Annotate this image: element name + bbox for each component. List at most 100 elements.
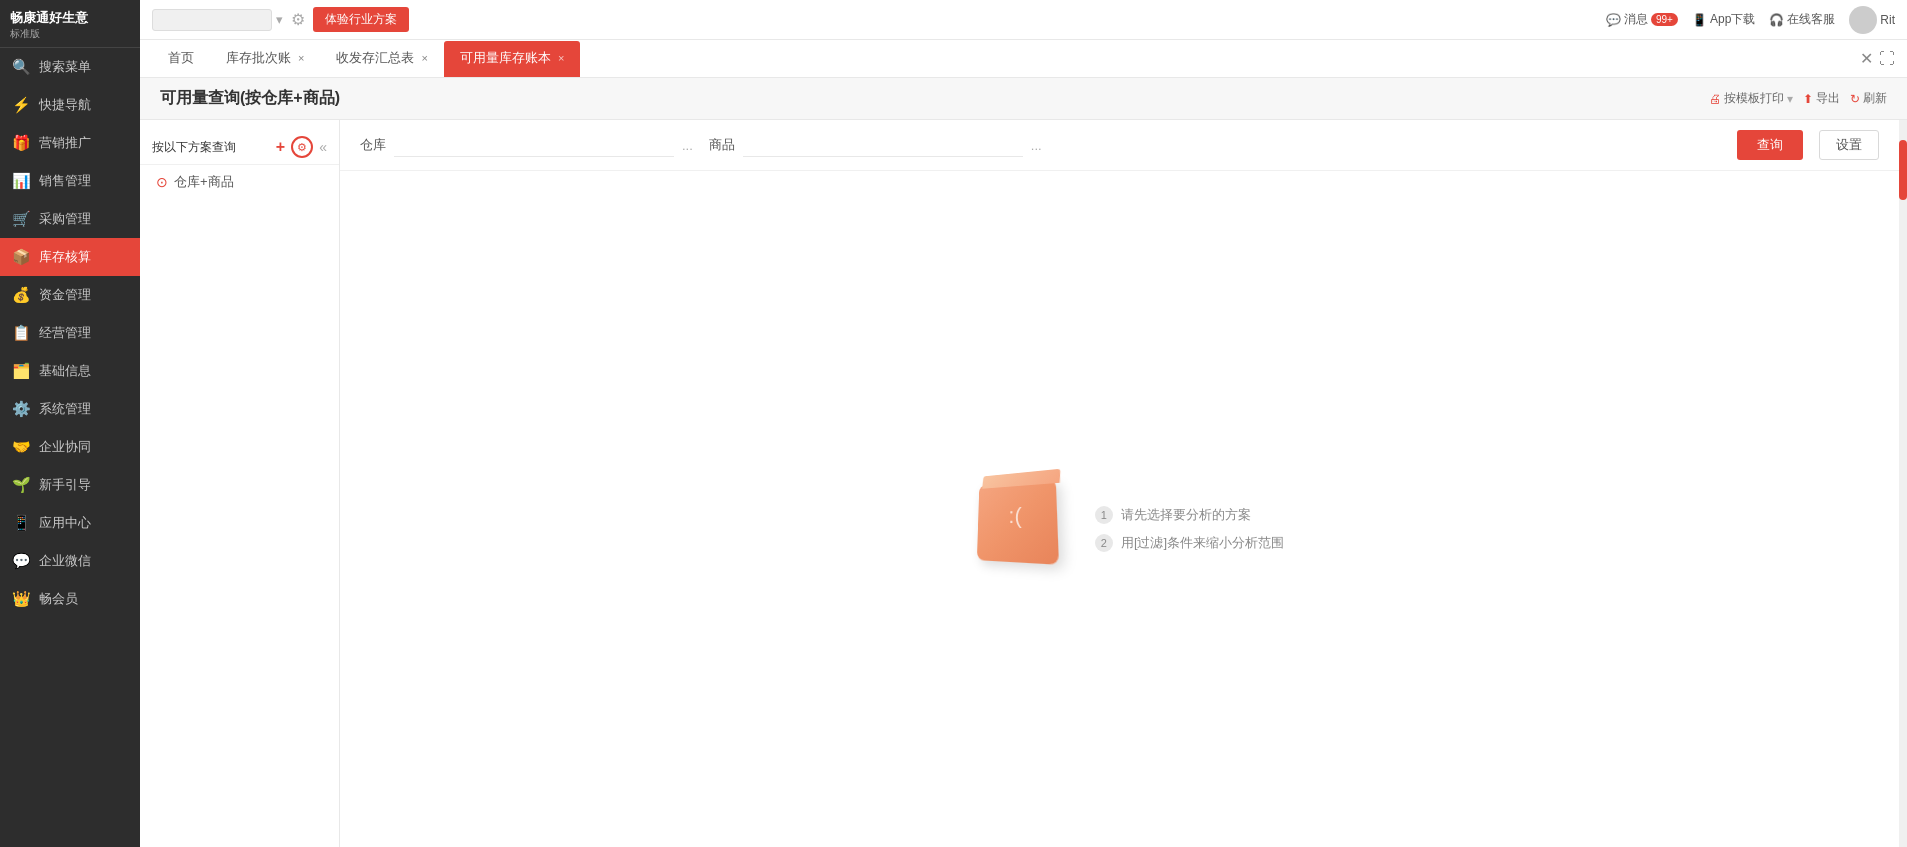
sidebar-item-appcenter[interactable]: 📱 应用中心 [0, 504, 140, 542]
filter-header-label: 按以下方案查询 [152, 139, 236, 156]
tab-inventory-summary-label: 收发存汇总表 [336, 49, 414, 67]
tab-expand-icon[interactable]: ⛶ [1879, 50, 1895, 68]
topbar-search-input[interactable] [152, 9, 272, 31]
industry-solution-button[interactable]: 体验行业方案 [313, 7, 409, 32]
sidebar-item-label: 畅会员 [39, 590, 78, 608]
query-settings-button[interactable]: 设置 [1819, 130, 1879, 160]
sidebar-item-member[interactable]: 👑 畅会员 [0, 580, 140, 618]
message-label: 消息 [1624, 11, 1648, 28]
print-icon: 🖨 [1709, 92, 1721, 106]
user-profile[interactable]: Rit [1849, 6, 1895, 34]
sidebar-scroll: 🔍 搜索菜单 ⚡ 快捷导航 🎁 营销推广 📊 销售管理 🛒 采购管理 📦 库存核… [0, 48, 140, 847]
refresh-icon: ↻ [1850, 92, 1860, 106]
tab-available-ledger-label: 可用量库存账本 [460, 49, 551, 67]
sidebar-item-quicknav[interactable]: ⚡ 快捷导航 [0, 86, 140, 124]
app-download-label: App下载 [1710, 11, 1755, 28]
sidebar-item-enterprise[interactable]: 🤝 企业协同 [0, 428, 140, 466]
tab-available-ledger-close[interactable]: × [558, 52, 564, 64]
sidebar-item-purchase[interactable]: 🛒 采购管理 [0, 200, 140, 238]
refresh-label: 刷新 [1863, 90, 1887, 107]
gift-icon: 🎁 [12, 134, 31, 152]
empty-illustration-row: 1 请先选择要分析的方案 2 用[过滤]条件来缩小分析范围 [955, 421, 1284, 597]
query-button[interactable]: 查询 [1737, 130, 1803, 160]
refresh-button[interactable]: ↻ 刷新 [1850, 90, 1887, 107]
export-label: 导出 [1816, 90, 1840, 107]
warehouse-field: 仓库 ... [360, 133, 693, 157]
warehouse-input[interactable] [394, 133, 674, 157]
sidebar-item-sales[interactable]: 📊 销售管理 [0, 162, 140, 200]
phone-icon: 📱 [1692, 13, 1707, 27]
headset-icon: 🎧 [1769, 13, 1784, 27]
sidebar-item-label: 库存核算 [39, 248, 91, 266]
online-service-label: 在线客服 [1787, 11, 1835, 28]
message-badge: 99+ [1651, 13, 1678, 26]
warehouse-more-button[interactable]: ... [682, 138, 693, 153]
right-scrollbar[interactable] [1899, 120, 1907, 847]
tab-inventory-summary-close[interactable]: × [421, 52, 427, 64]
tab-batch[interactable]: 库存批次账 × [210, 41, 320, 77]
gear-icon: ⚙️ [12, 400, 31, 418]
query-area: 仓库 ... 商品 ... 查询 设置 [340, 120, 1899, 847]
sidebar-item-label: 基础信息 [39, 362, 91, 380]
brand-sub: 标准版 [10, 27, 130, 41]
product-input[interactable] [743, 133, 1023, 157]
tab-available-ledger[interactable]: 可用量库存账本 × [444, 41, 580, 77]
product-field: 商品 ... [709, 133, 1042, 157]
app-download-button[interactable]: 📱 App下载 [1692, 11, 1755, 28]
filter-header: 按以下方案查询 + ⚙ « [140, 130, 339, 165]
sidebar-item-wechat[interactable]: 💬 企业微信 [0, 542, 140, 580]
export-icon: ⬆ [1803, 92, 1813, 106]
mobile-icon: 📱 [12, 514, 31, 532]
tab-home[interactable]: 首页 [152, 41, 210, 77]
empty-illustration [955, 461, 1075, 581]
print-chevron-icon[interactable]: ▾ [1787, 92, 1793, 106]
print-button[interactable]: 🖨 按模板打印 ▾ [1709, 90, 1793, 107]
empty-hint-1: 1 请先选择要分析的方案 [1095, 506, 1284, 524]
topbar-right: 💬 消息 99+ 📱 App下载 🎧 在线客服 Rit [1606, 6, 1895, 34]
clipboard-icon: 📋 [12, 324, 31, 342]
online-service-button[interactable]: 🎧 在线客服 [1769, 11, 1835, 28]
sidebar-item-basic[interactable]: 🗂️ 基础信息 [0, 352, 140, 390]
query-bar: 仓库 ... 商品 ... 查询 设置 [340, 120, 1899, 171]
product-more-button[interactable]: ... [1031, 138, 1042, 153]
export-button[interactable]: ⬆ 导出 [1803, 90, 1840, 107]
sidebar-item-operation[interactable]: 📋 经营管理 [0, 314, 140, 352]
warehouse-label: 仓库 [360, 136, 386, 154]
sidebar: 畅康通好生意 标准版 🔍 搜索菜单 ⚡ 快捷导航 🎁 营销推广 📊 销售管理 🛒… [0, 0, 140, 847]
empty-hints: 1 请先选择要分析的方案 2 用[过滤]条件来缩小分析范围 [1095, 506, 1284, 552]
sidebar-item-label: 企业微信 [39, 552, 91, 570]
topbar-settings-icon[interactable]: ⚙ [291, 10, 305, 29]
search-icon: 🔍 [12, 58, 31, 76]
crown-icon: 👑 [12, 590, 31, 608]
sidebar-item-marketing[interactable]: 🎁 营销推广 [0, 124, 140, 162]
right-scrollbar-thumb[interactable] [1899, 140, 1907, 200]
tab-close-all-icon[interactable]: ✕ [1860, 49, 1873, 68]
filter-panel: 按以下方案查询 + ⚙ « ⊙ 仓库+商品 [140, 120, 340, 847]
sidebar-item-inventory[interactable]: 📦 库存核算 [0, 238, 140, 276]
sidebar-item-system[interactable]: ⚙️ 系统管理 [0, 390, 140, 428]
message-button[interactable]: 💬 消息 99+ [1606, 11, 1678, 28]
page-actions: 🖨 按模板打印 ▾ ⬆ 导出 ↻ 刷新 [1709, 90, 1887, 107]
sidebar-item-finance[interactable]: 💰 资金管理 [0, 276, 140, 314]
filter-add-icon[interactable]: + [276, 138, 285, 156]
main-area: ▾ ⚙ 体验行业方案 💬 消息 99+ 📱 App下载 🎧 在线客服 Rit [140, 0, 1907, 847]
chart-icon: 📊 [12, 172, 31, 190]
chat-icon: 💬 [12, 552, 31, 570]
sidebar-item-newbie[interactable]: 🌱 新手引导 [0, 466, 140, 504]
sidebar-item-search[interactable]: 🔍 搜索菜单 [0, 48, 140, 86]
hint-num-2: 2 [1095, 534, 1113, 552]
filter-header-actions: + ⚙ « [276, 136, 327, 158]
filter-scheme-warehouse-product[interactable]: ⊙ 仓库+商品 [140, 165, 339, 199]
user-name: Rit [1880, 13, 1895, 27]
tab-batch-close[interactable]: × [298, 52, 304, 64]
sidebar-item-label: 系统管理 [39, 400, 91, 418]
folder-icon: 🗂️ [12, 362, 31, 380]
filter-settings-icon[interactable]: ⚙ [291, 136, 313, 158]
filter-collapse-icon[interactable]: « [319, 139, 327, 155]
sidebar-item-label: 采购管理 [39, 210, 91, 228]
topbar-chevron-icon[interactable]: ▾ [276, 12, 283, 27]
money-icon: 💰 [12, 286, 31, 304]
page-header: 可用量查询(按仓库+商品) 🖨 按模板打印 ▾ ⬆ 导出 ↻ 刷新 [140, 78, 1907, 120]
lightning-icon: ⚡ [12, 96, 31, 114]
tab-inventory-summary[interactable]: 收发存汇总表 × [320, 41, 443, 77]
